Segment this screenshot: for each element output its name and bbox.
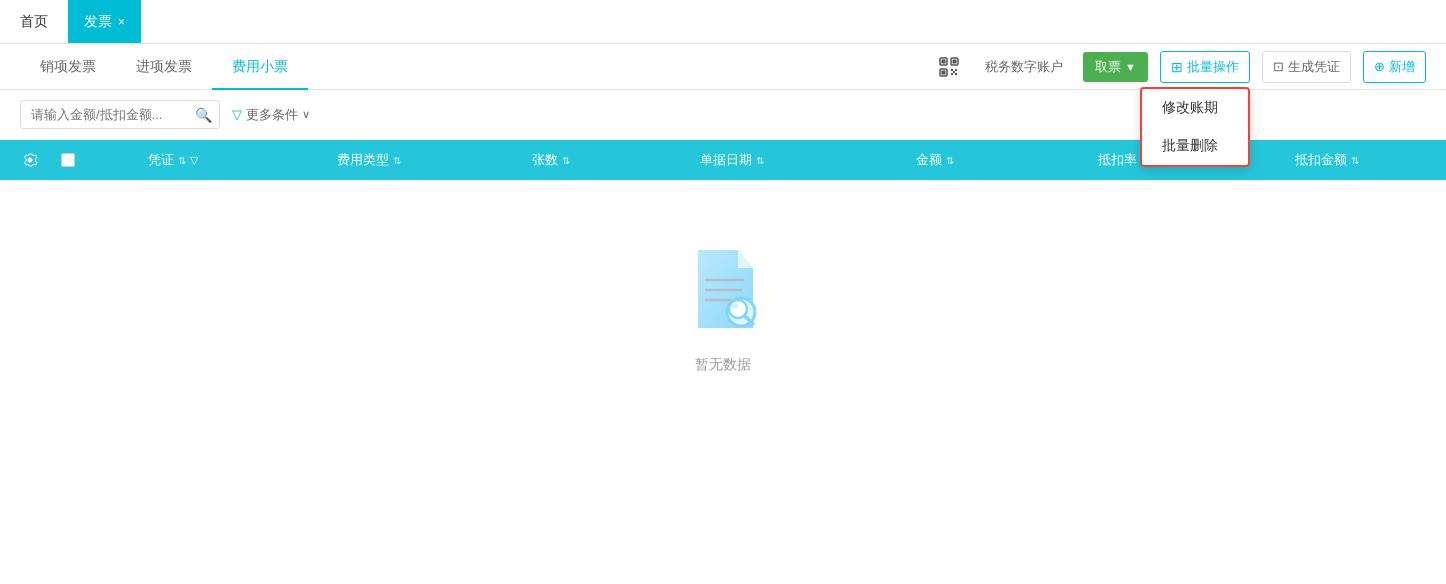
svg-rect-10 bbox=[953, 71, 955, 73]
nav-tab-close[interactable]: × bbox=[118, 15, 125, 29]
th-amount-label: 金额 bbox=[916, 151, 942, 169]
empty-state-text: 暂无数据 bbox=[695, 356, 751, 374]
empty-state: 暂无数据 bbox=[0, 180, 1446, 414]
gen-voucher-icon: ⊡ bbox=[1273, 59, 1284, 74]
th-checkbox[interactable] bbox=[50, 153, 86, 167]
svg-rect-3 bbox=[953, 59, 957, 63]
search-wrap: 🔍 bbox=[20, 100, 220, 129]
select-all-checkbox[interactable] bbox=[61, 153, 75, 167]
batch-op-icon: ⊞ bbox=[1171, 59, 1183, 75]
th-expense-label: 费用类型 bbox=[337, 151, 389, 169]
svg-rect-7 bbox=[955, 69, 957, 71]
th-count[interactable]: 张数 ⇅ bbox=[478, 151, 623, 169]
deduct-amount-sort-icon: ⇅ bbox=[1351, 155, 1359, 166]
qr-code-icon[interactable] bbox=[933, 51, 965, 83]
nav-home[interactable]: 首页 bbox=[0, 0, 68, 43]
batch-op-label: 批量操作 bbox=[1187, 58, 1239, 76]
batch-op-btn[interactable]: ⊞ 批量操作 bbox=[1160, 51, 1250, 83]
add-label: 新增 bbox=[1389, 58, 1415, 76]
take-ticket-label: 取票 bbox=[1095, 58, 1121, 76]
th-date[interactable]: 单据日期 ⇅ bbox=[623, 151, 841, 169]
add-icon: ⊕ bbox=[1374, 59, 1385, 74]
th-deduct-rate-label: 抵扣率 bbox=[1098, 151, 1137, 169]
th-voucher-label: 凭证 bbox=[148, 151, 174, 169]
filter-icon: ▽ bbox=[232, 107, 242, 122]
take-ticket-btn[interactable]: 取票 ▼ bbox=[1083, 52, 1148, 82]
svg-point-17 bbox=[732, 303, 738, 309]
tab-xiaoxiang[interactable]: 销项发票 bbox=[20, 45, 116, 90]
th-amount[interactable]: 金额 ⇅ bbox=[841, 151, 1030, 169]
th-date-label: 单据日期 bbox=[700, 151, 752, 169]
more-filter-label: 更多条件 bbox=[246, 106, 298, 124]
th-deduct-amount[interactable]: 抵扣金额 ⇅ bbox=[1218, 151, 1436, 169]
amount-sort-icon: ⇅ bbox=[946, 155, 954, 166]
voucher-filter-icon: ▽ bbox=[190, 154, 198, 167]
sub-tabs-left: 销项发票 进项发票 费用小票 bbox=[20, 44, 308, 89]
more-filter-btn[interactable]: ▽ 更多条件 ∨ bbox=[232, 106, 310, 124]
tab-jinxiang[interactable]: 进项发票 bbox=[116, 45, 212, 90]
tax-account-btn[interactable]: 税务数字账户 bbox=[977, 54, 1071, 80]
th-settings[interactable] bbox=[10, 152, 50, 168]
batch-op-dropdown: 修改账期 批量删除 bbox=[1140, 87, 1250, 167]
empty-state-icon bbox=[673, 240, 773, 340]
dropdown-item-batch-delete[interactable]: 批量删除 bbox=[1142, 127, 1248, 165]
th-count-label: 张数 bbox=[532, 151, 558, 169]
dropdown-item-modify-period[interactable]: 修改账期 bbox=[1142, 89, 1248, 127]
tab-feiyong[interactable]: 费用小票 bbox=[212, 45, 308, 90]
th-deduct-amount-label: 抵扣金额 bbox=[1295, 151, 1347, 169]
add-btn[interactable]: ⊕ 新增 bbox=[1363, 51, 1426, 83]
search-input[interactable] bbox=[20, 100, 220, 129]
batch-op-wrapper: ⊞ 批量操作 修改账期 批量删除 bbox=[1160, 51, 1250, 83]
gen-voucher-label: 生成凭证 bbox=[1288, 58, 1340, 76]
th-expense-type[interactable]: 费用类型 ⇅ bbox=[260, 151, 478, 169]
th-voucher[interactable]: 凭证 ⇅ ▽ bbox=[86, 151, 260, 169]
svg-rect-1 bbox=[942, 59, 946, 63]
svg-rect-5 bbox=[942, 70, 946, 74]
expense-sort-icon: ⇅ bbox=[393, 155, 401, 166]
date-sort-icon: ⇅ bbox=[756, 155, 764, 166]
nav-tab-invoice[interactable]: 发票 × bbox=[68, 0, 141, 43]
filter-chevron: ∨ bbox=[302, 108, 310, 121]
svg-rect-6 bbox=[951, 69, 953, 71]
gen-voucher-btn[interactable]: ⊡ 生成凭证 bbox=[1262, 51, 1351, 83]
count-sort-icon: ⇅ bbox=[562, 155, 570, 166]
voucher-sort-icon: ⇅ bbox=[178, 155, 186, 166]
svg-rect-8 bbox=[951, 73, 953, 75]
take-ticket-chevron: ▼ bbox=[1125, 61, 1136, 73]
svg-rect-9 bbox=[955, 73, 957, 75]
top-nav: 首页 发票 × bbox=[0, 0, 1446, 44]
nav-tab-label: 发票 bbox=[84, 13, 112, 31]
toolbar: 税务数字账户 取票 ▼ ⊞ 批量操作 修改账期 批量删除 ⊡ bbox=[933, 51, 1426, 83]
sub-tabs-bar: 销项发票 进项发票 费用小票 bbox=[0, 44, 1446, 90]
main-content: 销项发票 进项发票 费用小票 bbox=[0, 44, 1446, 584]
search-icon[interactable]: 🔍 bbox=[195, 107, 212, 123]
